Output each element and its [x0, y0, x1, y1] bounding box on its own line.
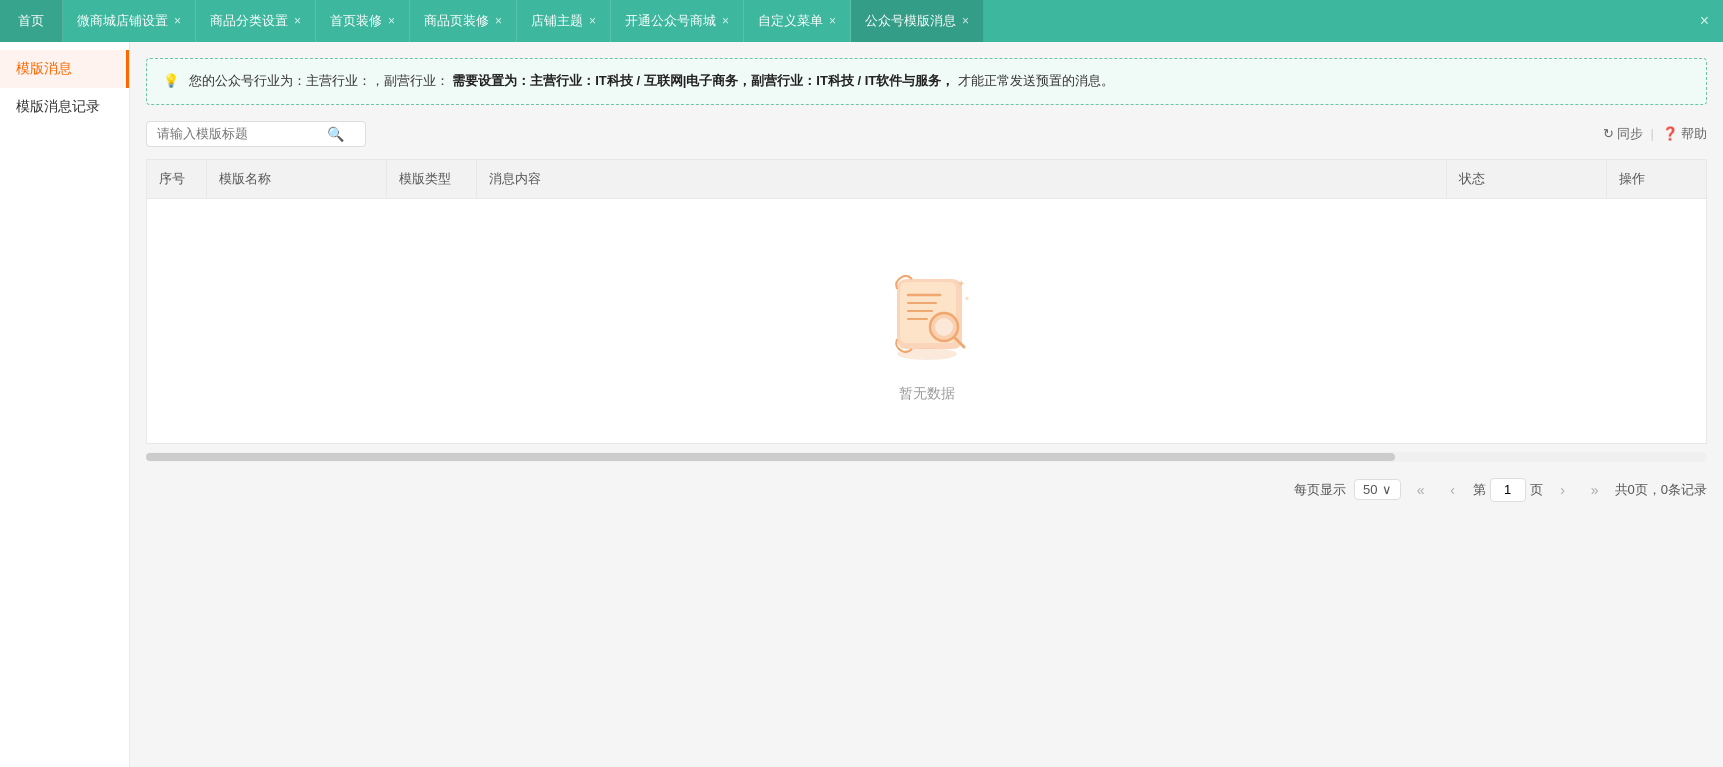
pagination-prev-icon: ‹ — [1450, 482, 1455, 498]
pagination-next-icon: › — [1560, 482, 1565, 498]
per-page-value: 50 — [1363, 482, 1377, 497]
toolbar-right: ↻ 同步 | ❓ 帮助 — [1603, 125, 1707, 143]
sync-icon: ↻ — [1603, 126, 1614, 141]
table-col-type: 模版类型 — [387, 159, 477, 198]
table-col-content: 消息内容 — [477, 159, 1447, 198]
search-bar: 🔍 ↻ 同步 | ❓ 帮助 — [146, 121, 1707, 147]
per-page-label: 每页显示 — [1294, 481, 1346, 499]
nav-tab-open-mall-label: 开通公众号商城 — [625, 12, 716, 30]
nav-tab-homepage-label: 首页装修 — [330, 12, 382, 30]
page-prefix: 第 — [1473, 481, 1486, 499]
nav-tab-weishangcheng[interactable]: 微商城店铺设置 × — [63, 0, 196, 42]
sync-label: 同步 — [1617, 125, 1643, 143]
notice-banner: 💡 您的公众号行业为：主营行业：，副营行业： 需要设置为：主营行业：IT科技 /… — [146, 58, 1707, 105]
nav-tab-category[interactable]: 商品分类设置 × — [196, 0, 316, 42]
nav-tab-home-label: 首页 — [18, 12, 44, 30]
nav-tab-homepage[interactable]: 首页装修 × — [316, 0, 410, 42]
table-empty-row: ✦ ✦ 暂无数据 — [147, 198, 1707, 443]
empty-state: ✦ ✦ 暂无数据 — [147, 199, 1706, 443]
toolbar-divider: | — [1651, 126, 1654, 141]
nav-tab-custom-menu[interactable]: 自定义菜单 × — [744, 0, 851, 42]
notice-prefix: 您的公众号行业为：主营行业：，副营行业： — [189, 73, 449, 88]
pagination-last-button[interactable]: » — [1583, 478, 1607, 502]
nav-tab-category-close[interactable]: × — [294, 14, 301, 28]
help-label: 帮助 — [1681, 125, 1707, 143]
sidebar-item-template-msg-label: 模版消息 — [16, 60, 72, 76]
nav-tab-product-page[interactable]: 商品页装修 × — [410, 0, 517, 42]
search-input[interactable] — [157, 126, 327, 141]
help-icon: ❓ — [1662, 126, 1678, 141]
nav-tab-homepage-close[interactable]: × — [388, 14, 395, 28]
nav-tab-category-label: 商品分类设置 — [210, 12, 288, 30]
pagination-last-icon: » — [1591, 482, 1599, 498]
nav-tab-template-msg-close[interactable]: × — [962, 14, 969, 28]
pagination-total: 共0页，0条记录 — [1615, 481, 1707, 499]
notice-icon: 💡 — [163, 73, 179, 88]
nav-tab-template-msg[interactable]: 公众号模版消息 × — [851, 0, 984, 42]
page-suffix: 页 — [1530, 481, 1543, 499]
nav-tab-theme[interactable]: 店铺主题 × — [517, 0, 611, 42]
pagination-prev-button[interactable]: ‹ — [1441, 478, 1465, 502]
sync-button[interactable]: ↻ 同步 — [1603, 125, 1643, 143]
pagination-next-button[interactable]: › — [1551, 478, 1575, 502]
sidebar-item-template-msg-record[interactable]: 模版消息记录 — [0, 88, 129, 126]
nav-tab-template-msg-label: 公众号模版消息 — [865, 12, 956, 30]
table-scroll-bar[interactable] — [146, 452, 1707, 462]
page-input-wrap: 第 页 — [1473, 478, 1543, 502]
nav-tab-theme-close[interactable]: × — [589, 14, 596, 28]
search-icon[interactable]: 🔍 — [327, 126, 344, 142]
pagination: 每页显示 50 ∨ « ‹ 第 页 › » 共0页，0条记录 — [146, 470, 1707, 506]
sidebar-item-template-msg-record-label: 模版消息记录 — [16, 98, 100, 114]
per-page-chevron-icon: ∨ — [1382, 482, 1392, 497]
sidebar: 模版消息 模版消息记录 — [0, 42, 130, 767]
table-col-seq: 序号 — [147, 159, 207, 198]
nav-close-all-button[interactable]: × — [1686, 12, 1723, 30]
content-area: 💡 您的公众号行业为：主营行业：，副营行业： 需要设置为：主营行业：IT科技 /… — [130, 42, 1723, 767]
help-button[interactable]: ❓ 帮助 — [1662, 125, 1707, 143]
notice-highlight: 需要设置为：主营行业：IT科技 / 互联网|电子商务，副营行业：IT科技 / I… — [452, 73, 954, 88]
top-navigation: 首页 微商城店铺设置 × 商品分类设置 × 首页装修 × 商品页装修 × 店铺主… — [0, 0, 1723, 42]
sidebar-item-template-msg[interactable]: 模版消息 — [0, 50, 129, 88]
empty-state-icon: ✦ ✦ — [872, 259, 982, 369]
table-col-name: 模版名称 — [207, 159, 387, 198]
nav-tab-product-page-label: 商品页装修 — [424, 12, 489, 30]
svg-text:✦: ✦ — [957, 278, 965, 289]
nav-tab-custom-menu-label: 自定义菜单 — [758, 12, 823, 30]
nav-tab-theme-label: 店铺主题 — [531, 12, 583, 30]
nav-tab-weishangcheng-label: 微商城店铺设置 — [77, 12, 168, 30]
nav-tab-open-mall-close[interactable]: × — [722, 14, 729, 28]
table-scroll-bar-thumb — [146, 453, 1395, 461]
data-table: 序号 模版名称 模版类型 消息内容 状态 操作 — [146, 159, 1707, 444]
nav-tab-home[interactable]: 首页 — [0, 0, 63, 42]
pagination-first-button[interactable]: « — [1409, 478, 1433, 502]
nav-tab-weishangcheng-close[interactable]: × — [174, 14, 181, 28]
table-header-row: 序号 模版名称 模版类型 消息内容 状态 操作 — [147, 159, 1707, 198]
per-page-select[interactable]: 50 ∨ — [1354, 479, 1400, 500]
table-col-action: 操作 — [1607, 159, 1707, 198]
main-layout: 模版消息 模版消息记录 💡 您的公众号行业为：主营行业：，副营行业： 需要设置为… — [0, 42, 1723, 767]
page-number-input[interactable] — [1490, 478, 1526, 502]
nav-tab-open-mall[interactable]: 开通公众号商城 × — [611, 0, 744, 42]
svg-text:✦: ✦ — [964, 295, 970, 302]
pagination-first-icon: « — [1417, 482, 1425, 498]
table-col-status: 状态 — [1447, 159, 1607, 198]
empty-state-text: 暂无数据 — [167, 385, 1686, 403]
svg-point-0 — [897, 348, 957, 360]
notice-suffix: 才能正常发送预置的消息。 — [958, 73, 1114, 88]
svg-point-6 — [935, 318, 953, 336]
nav-tab-product-page-close[interactable]: × — [495, 14, 502, 28]
nav-tab-custom-menu-close[interactable]: × — [829, 14, 836, 28]
table-empty-cell: ✦ ✦ 暂无数据 — [147, 198, 1707, 443]
search-input-wrap[interactable]: 🔍 — [146, 121, 366, 147]
